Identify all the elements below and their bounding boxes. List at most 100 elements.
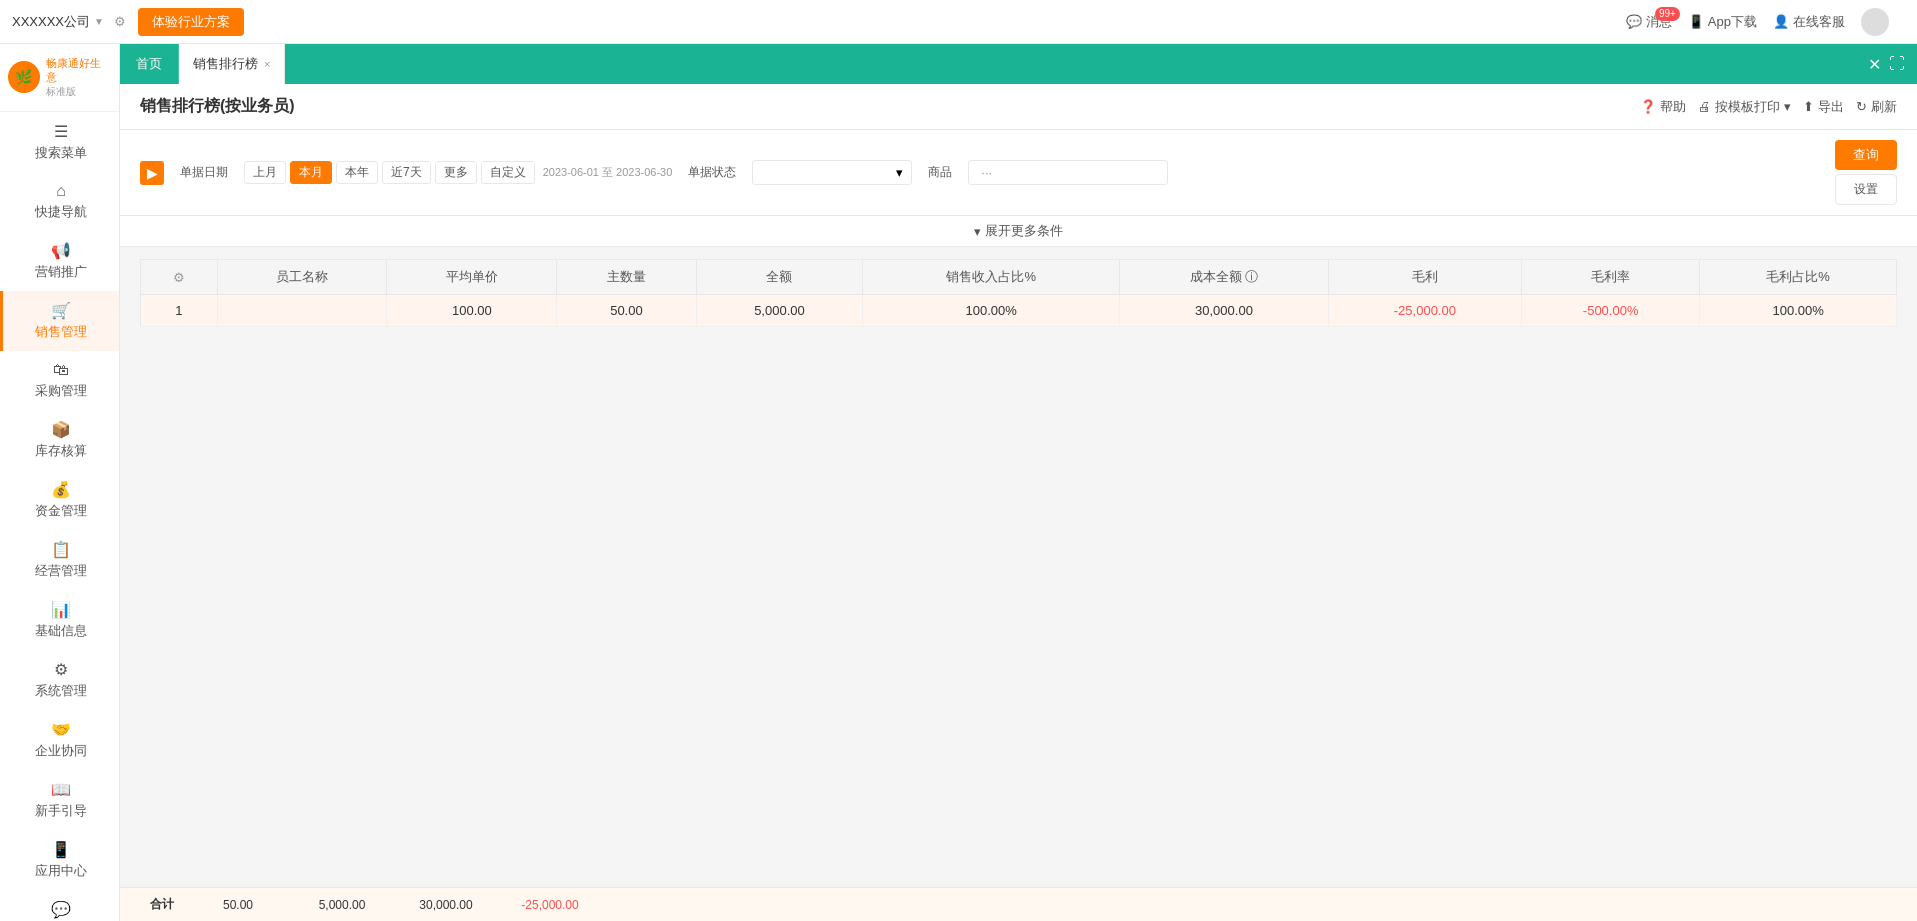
tab-label: 销售排行榜 <box>193 55 258 73</box>
company-settings-icon[interactable]: ⚙ <box>114 14 126 29</box>
tab-actions: ✕ ⛶ <box>1856 55 1917 74</box>
tab-home-label: 首页 <box>136 55 162 73</box>
enterprise-icon: 🤝 <box>51 720 71 739</box>
status-chevron-icon: ▾ <box>896 165 903 180</box>
goods-input-dots[interactable]: ··· <box>981 165 992 180</box>
date-prev-month-btn[interactable]: 上月 <box>244 161 286 184</box>
footer-qty: 50.00 <box>198 898 278 912</box>
expand-conditions-row: ▾ 展开更多条件 <box>120 216 1917 247</box>
sidebar-item-label: 新手引导 <box>35 802 87 820</box>
finance-icon: 💰 <box>51 480 71 499</box>
maximize-icon[interactable]: ⛶ <box>1889 55 1905 73</box>
sidebar-item-sales[interactable]: 🛒 销售管理 <box>0 291 119 351</box>
content-area: 首页 销售排行榜 × ✕ ⛶ 销售排行榜(按业务员) ❓ 帮助 <box>120 44 1917 921</box>
search-order-icon: ☰ <box>54 122 68 141</box>
sidebar-item-enterprise[interactable]: 🤝 企业协同 <box>0 710 119 770</box>
online-service-label: 在线客服 <box>1793 13 1845 31</box>
col-avg-price: 平均单价 <box>387 260 557 295</box>
sidebar-item-search-order[interactable]: ☰ 搜索菜单 <box>0 112 119 172</box>
goods-filter-input[interactable]: ··· <box>968 160 1168 185</box>
sidebar-item-base-info[interactable]: 📊 基础信息 <box>0 590 119 650</box>
print-label: 按模板打印 <box>1715 98 1780 116</box>
page-title: 销售排行榜(按业务员) <box>140 96 295 117</box>
help-button[interactable]: ❓ 帮助 <box>1640 98 1686 116</box>
sidebar-item-finance[interactable]: 💰 资金管理 <box>0 470 119 530</box>
sidebar-item-system[interactable]: ⚙ 系统管理 <box>0 650 119 710</box>
help-icon: ❓ <box>1640 99 1656 114</box>
header-right: 💬 99+ 消息 📱 App下载 👤 在线客服 <box>1626 8 1905 36</box>
tab-home[interactable]: 首页 <box>120 44 179 84</box>
col-settings[interactable]: ⚙ <box>141 260 218 295</box>
col-gross-pct: 毛利占比% <box>1700 260 1897 295</box>
close-window-icon[interactable]: ✕ <box>1868 55 1881 74</box>
page-content: 销售排行榜(按业务员) ❓ 帮助 🖨 按模板打印 ▾ ⬆ 导出 <box>120 84 1917 921</box>
base-info-icon: 📊 <box>51 600 71 619</box>
filter-expand-arrow[interactable]: ▶ <box>140 161 164 185</box>
message-button[interactable]: 💬 99+ 消息 <box>1626 13 1672 31</box>
message-icon: 💬 <box>1626 14 1642 29</box>
sidebar-item-label: 应用中心 <box>35 862 87 880</box>
date-more-btn[interactable]: 更多 <box>435 161 477 184</box>
filter-row: ▶ 单据日期 上月 本月 本年 近7天 更多 自定义 2023-06-01 至 … <box>140 140 1897 205</box>
sidebar-item-label: 基础信息 <box>35 622 87 640</box>
sidebar-item-label: 采购管理 <box>35 382 87 400</box>
expand-conditions-button[interactable]: ▾ 展开更多条件 <box>974 222 1063 240</box>
app-download-button[interactable]: 📱 App下载 <box>1688 13 1757 31</box>
status-filter-select[interactable]: ▾ <box>752 160 912 185</box>
app-icon: 📱 <box>1688 14 1704 29</box>
date-this-year-btn[interactable]: 本年 <box>336 161 378 184</box>
cell-avg-price: 100.00 <box>387 295 557 327</box>
goods-filter-label: 商品 <box>928 164 952 181</box>
query-button[interactable]: 查询 <box>1835 140 1897 170</box>
sidebar-item-label: 销售管理 <box>35 323 87 341</box>
avatar[interactable] <box>1861 8 1889 36</box>
cell-total: 5,000.00 <box>696 295 863 327</box>
sidebar-item-wechat[interactable]: 💬 企业微信 <box>0 890 119 921</box>
table-footer: 合计 50.00 5,000.00 30,000.00 -25,000.00 <box>120 887 1917 921</box>
cell-cost: 30,000.00 <box>1120 295 1328 327</box>
try-industry-button[interactable]: 体验行业方案 <box>138 8 244 36</box>
date-this-month-btn[interactable]: 本月 <box>290 161 332 184</box>
tab-close-icon[interactable]: × <box>264 58 270 70</box>
tab-bar: 首页 销售排行榜 × ✕ ⛶ <box>120 44 1917 84</box>
tab-sales-ranking[interactable]: 销售排行榜 × <box>179 44 285 84</box>
cell-gross-pct: 100.00% <box>1700 295 1897 327</box>
col-total: 全额 <box>696 260 863 295</box>
print-icon: 🖨 <box>1698 99 1711 114</box>
refresh-label: 刷新 <box>1871 98 1897 116</box>
sidebar-item-operations[interactable]: 📋 经营管理 <box>0 530 119 590</box>
quick-nav-icon: ⌂ <box>56 182 66 200</box>
sidebar-item-inventory[interactable]: 📦 库存核算 <box>0 410 119 470</box>
export-button[interactable]: ⬆ 导出 <box>1803 98 1844 116</box>
col-cost: 成本全额 ⓘ <box>1120 260 1328 295</box>
sidebar-item-purchase[interactable]: 🛍 采购管理 <box>0 351 119 410</box>
sidebar-item-guide[interactable]: 📖 新手引导 <box>0 770 119 830</box>
cell-qty: 50.00 <box>557 295 697 327</box>
date-custom-btn[interactable]: 自定义 <box>481 161 535 184</box>
chevron-down-icon: ▼ <box>94 16 104 27</box>
sidebar-logo: 🌿 畅康通好生意 标准版 <box>0 44 119 112</box>
company-selector[interactable]: XXXXXX公司 ▼ <box>12 13 104 31</box>
expand-label: 展开更多条件 <box>985 222 1063 240</box>
company-name: XXXXXX公司 <box>12 13 90 31</box>
col-employee: 员工名称 <box>217 260 387 295</box>
print-button[interactable]: 🖨 按模板打印 ▾ <box>1698 98 1791 116</box>
cell-gross: -25,000.00 <box>1328 295 1521 327</box>
sidebar-item-label: 快捷导航 <box>35 203 87 221</box>
data-table: ⚙ 员工名称 平均单价 主数量 全额 销售收入占比% 成本全额 ⓘ 毛利 毛利率… <box>140 259 1897 327</box>
sidebar-item-label: 系统管理 <box>35 682 87 700</box>
status-filter-label: 单据状态 <box>688 164 736 181</box>
date-7days-btn[interactable]: 近7天 <box>382 161 431 184</box>
sidebar-item-label: 资金管理 <box>35 502 87 520</box>
refresh-button[interactable]: ↻ 刷新 <box>1856 98 1897 116</box>
col-gross: 毛利 <box>1328 260 1521 295</box>
sidebar-item-label: 搜索菜单 <box>35 144 87 162</box>
main-layout: 🌿 畅康通好生意 标准版 ☰ 搜索菜单 ⌂ 快捷导航 📢 营销推广 🛒 销售管理… <box>0 44 1917 921</box>
sidebar-item-marketing[interactable]: 📢 营销推广 <box>0 231 119 291</box>
guide-icon: 📖 <box>51 780 71 799</box>
table-wrap: ⚙ 员工名称 平均单价 主数量 全额 销售收入占比% 成本全额 ⓘ 毛利 毛利率… <box>120 247 1917 887</box>
online-service-button[interactable]: 👤 在线客服 <box>1773 13 1845 31</box>
settings-button[interactable]: 设置 <box>1835 174 1897 205</box>
sidebar-item-quick-nav[interactable]: ⌂ 快捷导航 <box>0 172 119 231</box>
sidebar-item-app-center[interactable]: 📱 应用中心 <box>0 830 119 890</box>
